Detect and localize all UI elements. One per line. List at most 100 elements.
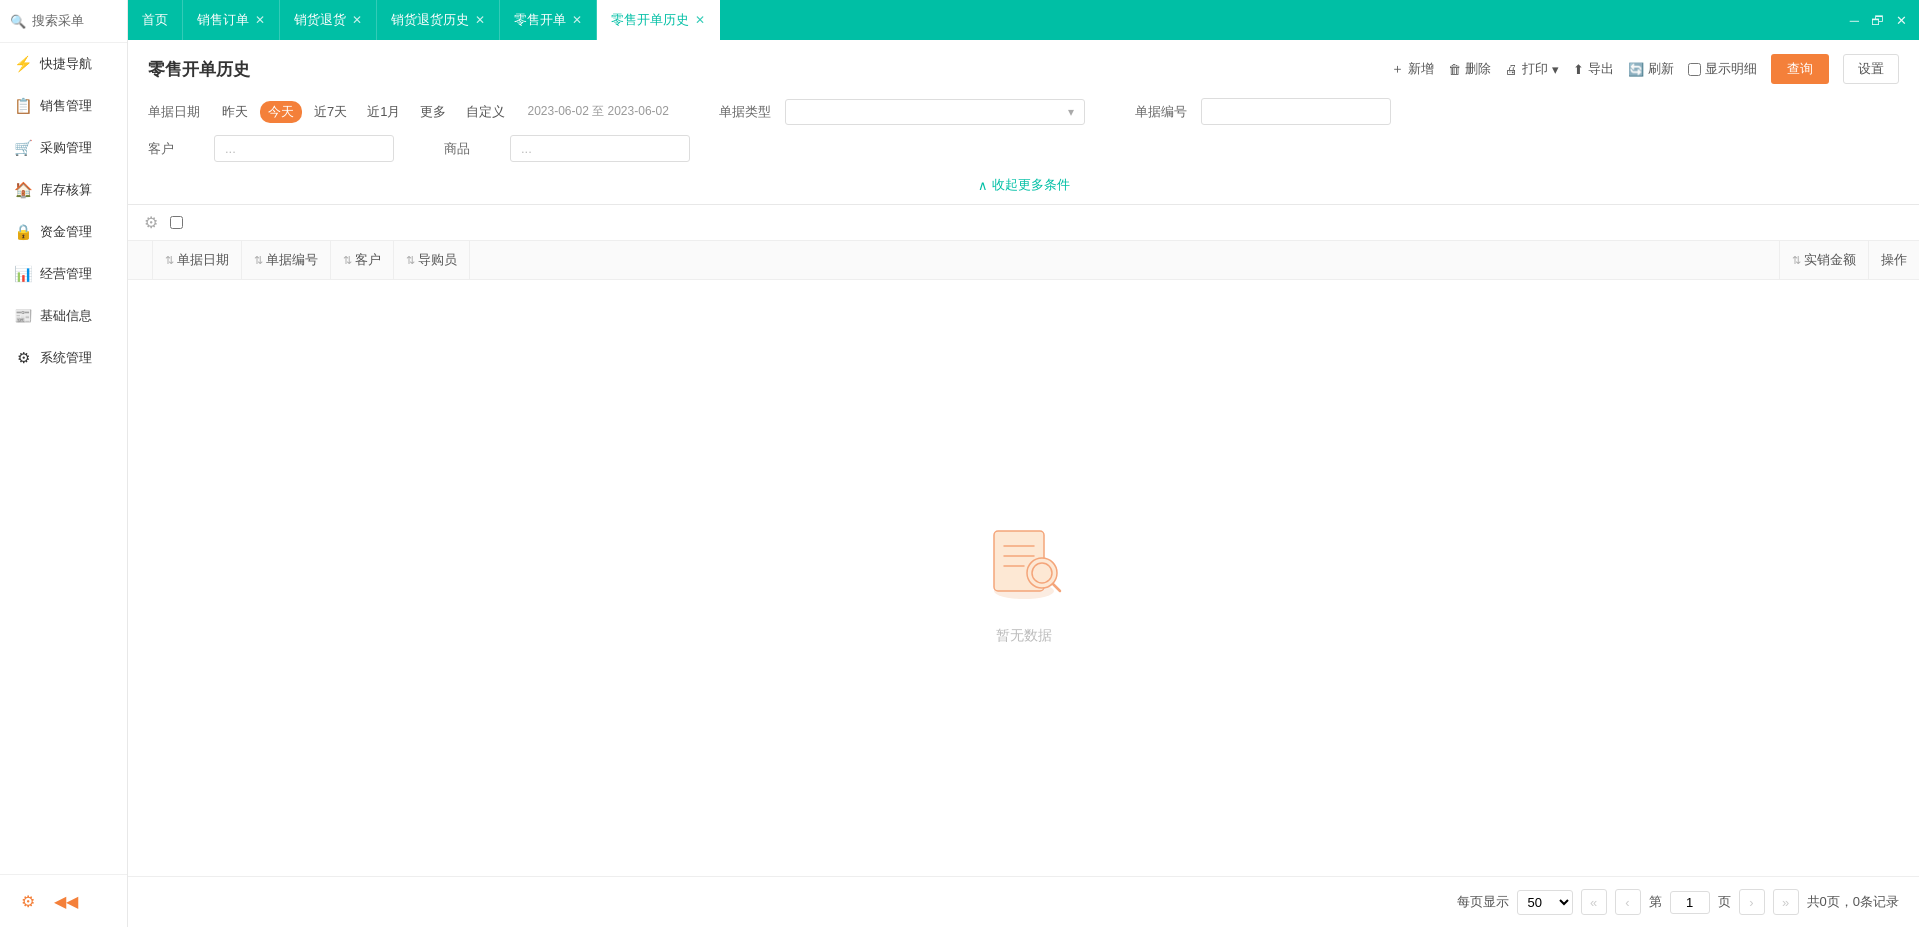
sidebar-item-sales-mgmt[interactable]: 📋销售管理	[0, 85, 127, 127]
empty-text: 暂无数据	[996, 627, 1052, 645]
order-no-label: 单据编号	[1135, 103, 1191, 121]
date-opt-more[interactable]: 更多	[412, 101, 454, 123]
collapse-row: ∧ 收起更多条件	[148, 172, 1899, 204]
basic-info-icon: 📰	[14, 307, 32, 325]
tab-sales-return-history-label: 销货退货历史	[391, 11, 469, 29]
display-detail-checkbox-area[interactable]: 显示明细	[1688, 60, 1757, 78]
per-page-label: 每页显示	[1457, 893, 1509, 911]
page-prefix-label: 第	[1649, 893, 1662, 911]
tab-retail-open-history-close[interactable]: ✕	[695, 13, 705, 27]
tab-sales-return-history-close[interactable]: ✕	[475, 13, 485, 27]
purchase-mgmt-icon: 🛒	[14, 139, 32, 157]
empty-icon	[974, 511, 1074, 611]
tab-sales-return[interactable]: 销货退货 ✕	[280, 0, 377, 40]
date-range-text: 2023-06-02 至 2023-06-02	[527, 103, 668, 120]
pagination-prev-btn[interactable]: ‹	[1615, 889, 1641, 915]
collapse-chevron-icon: ∧	[978, 178, 988, 193]
display-detail-checkbox[interactable]	[1688, 63, 1701, 76]
date-opt-yesterday[interactable]: 昨天	[214, 101, 256, 123]
customer-input[interactable]: ...	[214, 135, 394, 162]
page-header: 零售开单历史 ＋ 新增 🗑 删除 🖨 打印 ▾	[128, 40, 1919, 205]
search-icon: 🔍	[10, 14, 26, 29]
goods-input[interactable]: ...	[510, 135, 690, 162]
query-button[interactable]: 查询	[1771, 54, 1829, 84]
tab-sales-return-close[interactable]: ✕	[352, 13, 362, 27]
sidebar-item-quick-nav[interactable]: ⚡快捷导航	[0, 43, 127, 85]
th-date[interactable]: 单据日期	[153, 241, 242, 280]
th-no[interactable]: 单据编号	[242, 241, 331, 280]
tab-sales-return-label: 销货退货	[294, 11, 346, 29]
sales-mgmt-icon: 📋	[14, 97, 32, 115]
th-amount[interactable]: 实销金额	[1779, 241, 1868, 280]
sidebar-item-basic-info[interactable]: 📰基础信息	[0, 295, 127, 337]
select-all-checkbox[interactable]	[170, 216, 183, 229]
empty-state: 暂无数据	[128, 280, 1919, 876]
add-label: 新增	[1408, 60, 1434, 78]
sidebar-item-ops-mgmt[interactable]: 📊经营管理	[0, 253, 127, 295]
tab-retail-open-history[interactable]: 零售开单历史 ✕	[597, 0, 720, 40]
tab-home[interactable]: 首页	[128, 0, 183, 40]
add-button[interactable]: ＋ 新增	[1391, 60, 1434, 78]
table-settings-icon[interactable]: ⚙	[144, 213, 158, 232]
collapse-button[interactable]: ∧ 收起更多条件	[978, 176, 1070, 194]
settings-button[interactable]: 设置	[1843, 54, 1899, 84]
svg-line-7	[1053, 584, 1060, 591]
sidebar-search[interactable]: 🔍 搜索采单	[0, 0, 127, 43]
th-check	[128, 241, 153, 280]
per-page-select[interactable]: 50 10 20 100	[1517, 890, 1573, 915]
table-container: ⚙ 单据日期 单据编号 客户 导购员 实销金额 操作	[128, 205, 1919, 876]
collapse-footer-btn[interactable]: ◀◀	[52, 887, 80, 915]
sidebar-footer: ⚙ ◀◀	[0, 874, 127, 927]
export-button[interactable]: ⬆ 导出	[1573, 60, 1614, 78]
window-close-btn[interactable]: ✕	[1896, 13, 1907, 28]
th-spacer	[470, 241, 1780, 280]
date-opt-last-month[interactable]: 近1月	[359, 101, 408, 123]
window-restore-btn[interactable]: 🗗	[1871, 13, 1884, 28]
date-filter-label: 单据日期	[148, 103, 204, 121]
date-options: 昨天 今天 近7天 近1月 更多 自定义	[214, 101, 513, 123]
print-button[interactable]: 🖨 打印 ▾	[1505, 60, 1559, 78]
tab-sales-order-close[interactable]: ✕	[255, 13, 265, 27]
pagination-first-btn[interactable]: «	[1581, 889, 1607, 915]
filter-row-1: 单据日期 昨天 今天 近7天 近1月 更多 自定义 2023-06-02 至 2…	[148, 98, 1899, 125]
tab-sales-return-history[interactable]: 销货退货历史 ✕	[377, 0, 500, 40]
purchase-mgmt-label: 采购管理	[40, 139, 92, 157]
inventory-label: 库存核算	[40, 181, 92, 199]
page-number-input[interactable]	[1670, 891, 1710, 914]
order-type-select[interactable]: ▾	[785, 99, 1085, 125]
refresh-button[interactable]: 🔄 刷新	[1628, 60, 1674, 78]
tab-bar: 首页 销售订单 ✕ 销货退货 ✕ 销货退货历史 ✕ 零售开单 ✕ 零售开单历史 …	[128, 0, 1919, 40]
quick-nav-icon: ⚡	[14, 55, 32, 73]
order-type-label: 单据类型	[719, 103, 775, 121]
tab-retail-open[interactable]: 零售开单 ✕	[500, 0, 597, 40]
order-no-input[interactable]	[1201, 98, 1391, 125]
pagination-next-btn[interactable]: ›	[1739, 889, 1765, 915]
add-icon: ＋	[1391, 60, 1404, 78]
collapse-label: 收起更多条件	[992, 176, 1070, 194]
th-guide[interactable]: 导购员	[394, 241, 470, 280]
sidebar-item-inventory[interactable]: 🏠库存核算	[0, 169, 127, 211]
date-opt-today[interactable]: 今天	[260, 101, 302, 123]
tab-home-label: 首页	[142, 11, 168, 29]
date-opt-custom[interactable]: 自定义	[458, 101, 513, 123]
date-opt-last7[interactable]: 近7天	[306, 101, 355, 123]
data-table: 单据日期 单据编号 客户 导购员 实销金额 操作	[128, 241, 1919, 280]
pagination: 每页显示 50 10 20 100 « ‹ 第 页 › » 共0页，0条记录	[128, 876, 1919, 927]
sidebar-nav: ⚡快捷导航📋销售管理 🛒 采购管理 🏠库存核算🔒资金管理📊经营管理📰基础信息⚙系统管理	[0, 43, 127, 874]
tab-retail-open-close[interactable]: ✕	[572, 13, 582, 27]
tab-bar-end: ─ 🗗 ✕	[1838, 13, 1919, 28]
sidebar-item-purchase-mgmt[interactable]: 🛒 采购管理	[0, 127, 127, 169]
print-chevron-icon: ▾	[1552, 62, 1559, 77]
tab-sales-order[interactable]: 销售订单 ✕	[183, 0, 280, 40]
settings-footer-btn[interactable]: ⚙	[14, 887, 42, 915]
window-minimize-btn[interactable]: ─	[1850, 13, 1859, 28]
sidebar-item-sys-mgmt[interactable]: ⚙系统管理	[0, 337, 127, 379]
th-customer[interactable]: 客户	[331, 241, 394, 280]
ops-mgmt-label: 经营管理	[40, 265, 92, 283]
sidebar-item-finance-mgmt[interactable]: 🔒资金管理	[0, 211, 127, 253]
delete-button[interactable]: 🗑 删除	[1448, 60, 1491, 78]
refresh-icon: 🔄	[1628, 62, 1644, 77]
pagination-last-btn[interactable]: »	[1773, 889, 1799, 915]
table-toolbar: ⚙	[128, 205, 1919, 241]
page-suffix-label: 页	[1718, 893, 1731, 911]
